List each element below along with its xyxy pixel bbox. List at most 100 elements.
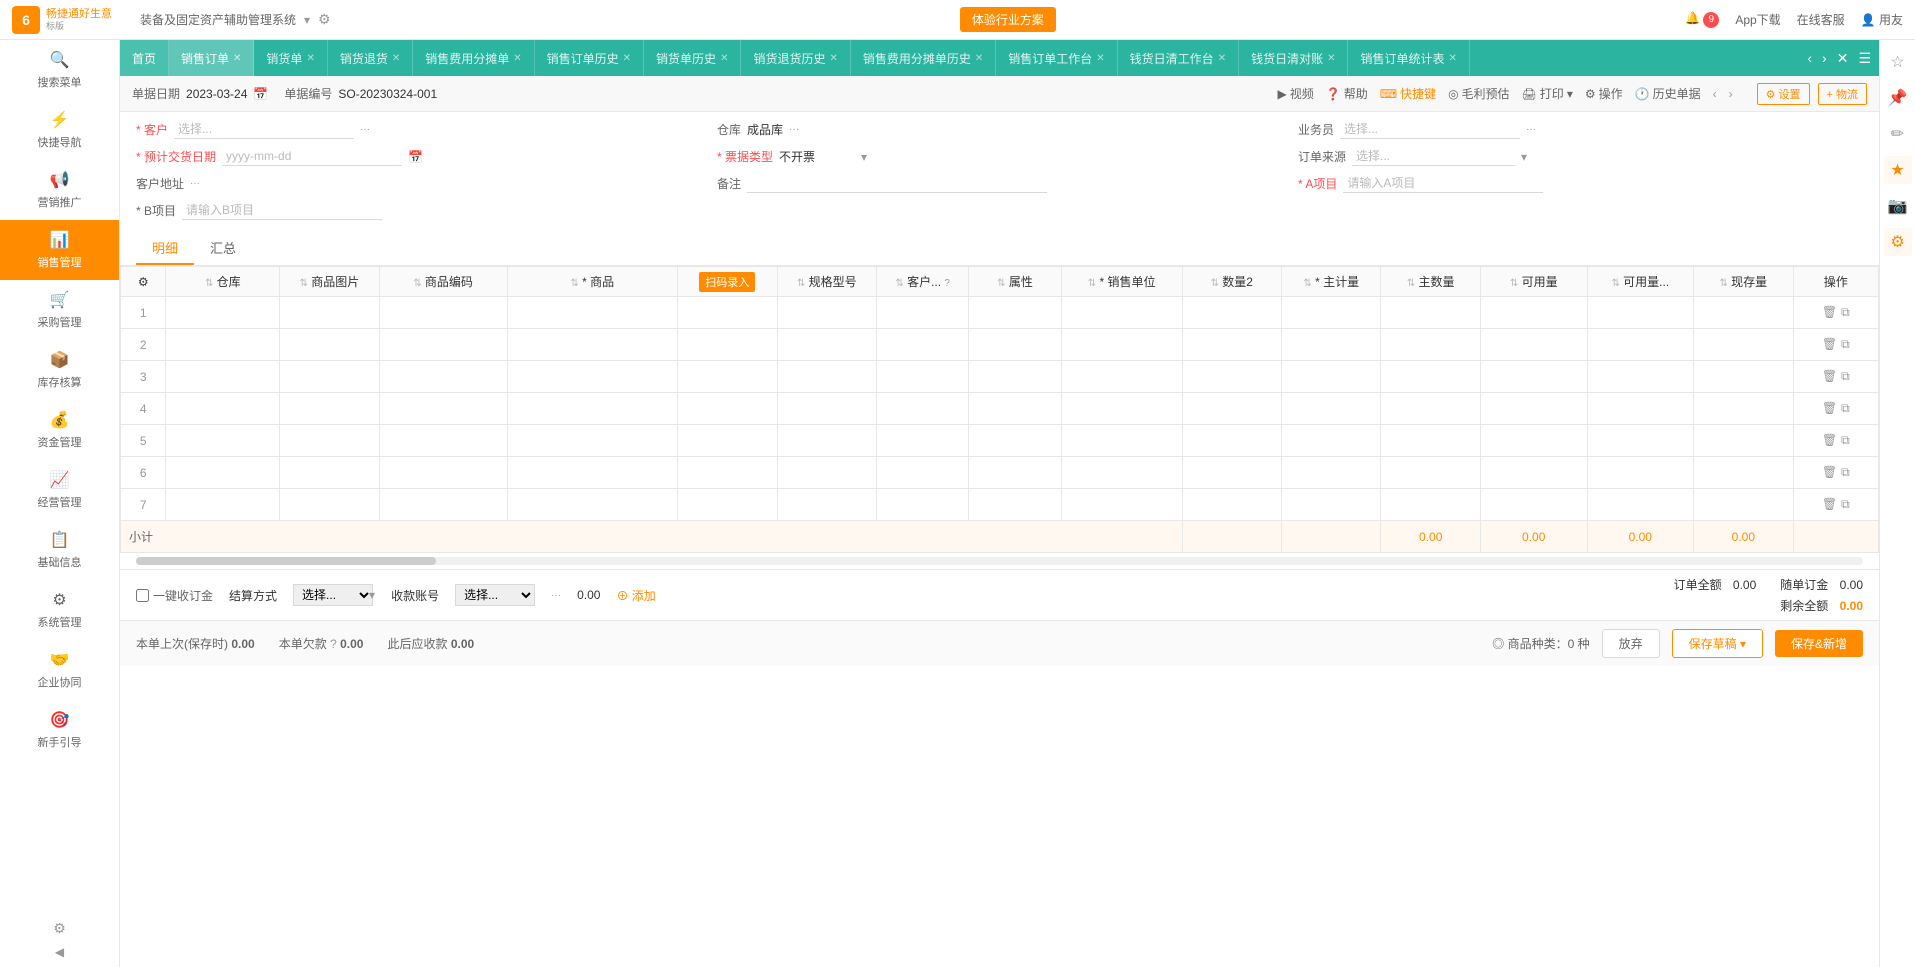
salesperson-input[interactable]	[1340, 120, 1520, 139]
app-download-link[interactable]: App下载	[1735, 11, 1780, 28]
tab-close-all-btn[interactable]: ✕	[1833, 48, 1853, 69]
tab-cash-reconcile[interactable]: 钱货日清对账 ✕	[1239, 40, 1348, 76]
col-settings[interactable]: ⚙	[121, 267, 166, 297]
row-delete-icon[interactable]: 🗑	[1822, 433, 1837, 447]
sidebar-collapse-icon[interactable]: ◀	[55, 945, 64, 959]
tab-sales-stats[interactable]: 销售订单统计表 ✕	[1348, 40, 1469, 76]
sidebar-item-basicinfo[interactable]: 📋 基础信息	[0, 520, 119, 580]
col-warehouse[interactable]: ⇅ 仓库	[166, 267, 280, 297]
tab-close-icon[interactable]: ✕	[975, 53, 983, 64]
settle-select[interactable]: 选择...	[293, 584, 373, 606]
row-copy-icon[interactable]: ⧉	[1841, 401, 1850, 415]
save-draft-button[interactable]: 保存草稿 ▾	[1672, 629, 1763, 658]
one-click-checkbox[interactable]	[136, 589, 149, 602]
tab-close-icon[interactable]: ✕	[513, 53, 521, 64]
sidebar-item-purchase[interactable]: 🛒 采购管理	[0, 280, 119, 340]
tab-order-workbench[interactable]: 销售订单工作台 ✕	[996, 40, 1117, 76]
order-source-dropdown-icon[interactable]: ▾	[1521, 150, 1527, 164]
sidebar-item-operations[interactable]: 📈 经营管理	[0, 460, 119, 520]
right-panel-btn-4[interactable]: ★	[1884, 156, 1912, 184]
row-copy-icon[interactable]: ⧉	[1841, 369, 1850, 383]
right-panel-btn-1[interactable]: ☆	[1884, 48, 1912, 76]
online-support-link[interactable]: 在线客服	[1797, 11, 1845, 28]
sidebar-item-enterprise[interactable]: 🤝 企业协同	[0, 640, 119, 700]
row-delete-icon[interactable]: 🗑	[1822, 337, 1837, 351]
operation-btn[interactable]: ⚙ 操作	[1585, 85, 1623, 102]
right-panel-btn-5[interactable]: 📷	[1884, 192, 1912, 220]
tab-detail[interactable]: 明细	[136, 232, 194, 265]
tab-next-btn[interactable]: ›	[1818, 48, 1831, 68]
abandon-button[interactable]: 放弃	[1602, 629, 1660, 658]
dropdown-arrow-icon[interactable]: ▾	[304, 13, 310, 27]
delivery-calendar-icon[interactable]: 📅	[408, 150, 423, 164]
delivery-date-input[interactable]	[222, 147, 402, 166]
profit-btn[interactable]: ◎ 毛利预估	[1448, 85, 1510, 102]
tab-invoice-history[interactable]: 销货单历史 ✕	[644, 40, 741, 76]
history-btn[interactable]: 🕐 历史单据	[1635, 85, 1701, 102]
sidebar-item-guide[interactable]: 🎯 新手引导	[0, 700, 119, 760]
tab-sales-return[interactable]: 销货退货 ✕	[328, 40, 413, 76]
tab-close-icon[interactable]: ✕	[1218, 53, 1226, 64]
col-main-unit[interactable]: ⇅ * 主计量	[1282, 267, 1381, 297]
notification-bell[interactable]: 🔔 9	[1685, 11, 1719, 28]
row-delete-icon[interactable]: 🗑	[1822, 401, 1837, 415]
tab-return-history[interactable]: 销货退货历史 ✕	[741, 40, 850, 76]
sidebar-item-marketing[interactable]: 📢 营销推广	[0, 160, 119, 220]
tab-sales-invoice[interactable]: 销货单 ✕	[254, 40, 327, 76]
tab-menu-btn[interactable]: ☰	[1854, 48, 1875, 69]
settings-icon[interactable]: ⚙	[318, 11, 331, 28]
warehouse-more-icon[interactable]: ···	[789, 124, 799, 135]
add-payment-btn[interactable]: ⊕ 添加	[616, 587, 655, 604]
tab-close-icon[interactable]: ✕	[1449, 53, 1457, 64]
sidebar-item-navigation[interactable]: ⚡ 快捷导航	[0, 100, 119, 160]
col-product-image[interactable]: ⇅ 商品图片	[280, 267, 379, 297]
col-product-code[interactable]: ⇅ 商品编码	[379, 267, 507, 297]
row-delete-icon[interactable]: 🗑	[1822, 497, 1837, 511]
trial-button[interactable]: 体验行业方案	[960, 7, 1056, 32]
settings-panel-btn[interactable]: ⚙ 设置	[1757, 83, 1810, 105]
add-material-btn[interactable]: + 物流	[1818, 83, 1867, 105]
col-attribute[interactable]: ⇅ 属性	[969, 267, 1061, 297]
settle-dropdown-icon[interactable]: ▾	[369, 588, 375, 602]
customer-input[interactable]	[174, 120, 354, 139]
bank-select[interactable]: 选择...	[455, 584, 535, 606]
owing-help-icon[interactable]: ?	[330, 637, 337, 651]
col-product[interactable]: ⇅ * 商品	[507, 267, 678, 297]
tab-prev-btn[interactable]: ‹	[1803, 48, 1816, 68]
history-nav-prev[interactable]: ‹	[1713, 87, 1717, 101]
view-video-btn[interactable]: ▶ 视频	[1278, 85, 1314, 102]
order-source-input[interactable]	[1352, 147, 1515, 166]
sidebar-settings-icon[interactable]: ⚙	[53, 920, 66, 937]
tab-expense-history[interactable]: 销售费用分摊单历史 ✕	[851, 40, 996, 76]
sidebar-item-inventory[interactable]: 📦 库存核算	[0, 340, 119, 400]
scan-btn[interactable]: 扫码录入	[699, 272, 755, 292]
row-copy-icon[interactable]: ⧉	[1841, 433, 1850, 447]
tab-sales-order[interactable]: 销售订单 ✕	[169, 40, 254, 76]
row-copy-icon[interactable]: ⧉	[1841, 305, 1850, 319]
salesperson-more-icon[interactable]: ···	[1526, 124, 1536, 135]
user-avatar[interactable]: 👤 用友	[1861, 11, 1903, 28]
col-available2[interactable]: ⇅ 可用量...	[1587, 267, 1694, 297]
shortcut-btn[interactable]: ⌨ 快捷键	[1380, 85, 1436, 102]
tab-close-icon[interactable]: ✕	[392, 53, 400, 64]
print-dropdown-icon[interactable]: ▾	[1567, 87, 1573, 101]
print-btn[interactable]: 🖨 打印 ▾	[1522, 85, 1573, 102]
tab-sales-order-history[interactable]: 销售订单历史 ✕	[535, 40, 644, 76]
history-nav-next[interactable]: ›	[1729, 87, 1733, 101]
calendar-icon[interactable]: 📅	[253, 87, 268, 101]
tab-home[interactable]: 首页	[120, 40, 169, 76]
tab-close-icon[interactable]: ✕	[233, 53, 241, 64]
col-stock[interactable]: ⇅ 现存量	[1694, 267, 1793, 297]
note-input[interactable]	[747, 174, 1047, 193]
customer-more-icon[interactable]: ···	[360, 124, 370, 135]
one-click-label[interactable]: 一键收订金	[136, 587, 213, 604]
tab-close-icon[interactable]: ✕	[829, 53, 837, 64]
sidebar-item-sales[interactable]: 📊 销售管理	[0, 220, 119, 280]
tab-close-icon[interactable]: ✕	[1327, 53, 1335, 64]
save-new-button[interactable]: 保存&新增	[1775, 630, 1863, 657]
bank-more-icon[interactable]: ···	[551, 590, 561, 601]
row-copy-icon[interactable]: ⧉	[1841, 337, 1850, 351]
tab-close-icon[interactable]: ✕	[306, 53, 314, 64]
tab-summary[interactable]: 汇总	[194, 232, 252, 265]
col-spec[interactable]: ⇅ 规格型号	[777, 267, 876, 297]
